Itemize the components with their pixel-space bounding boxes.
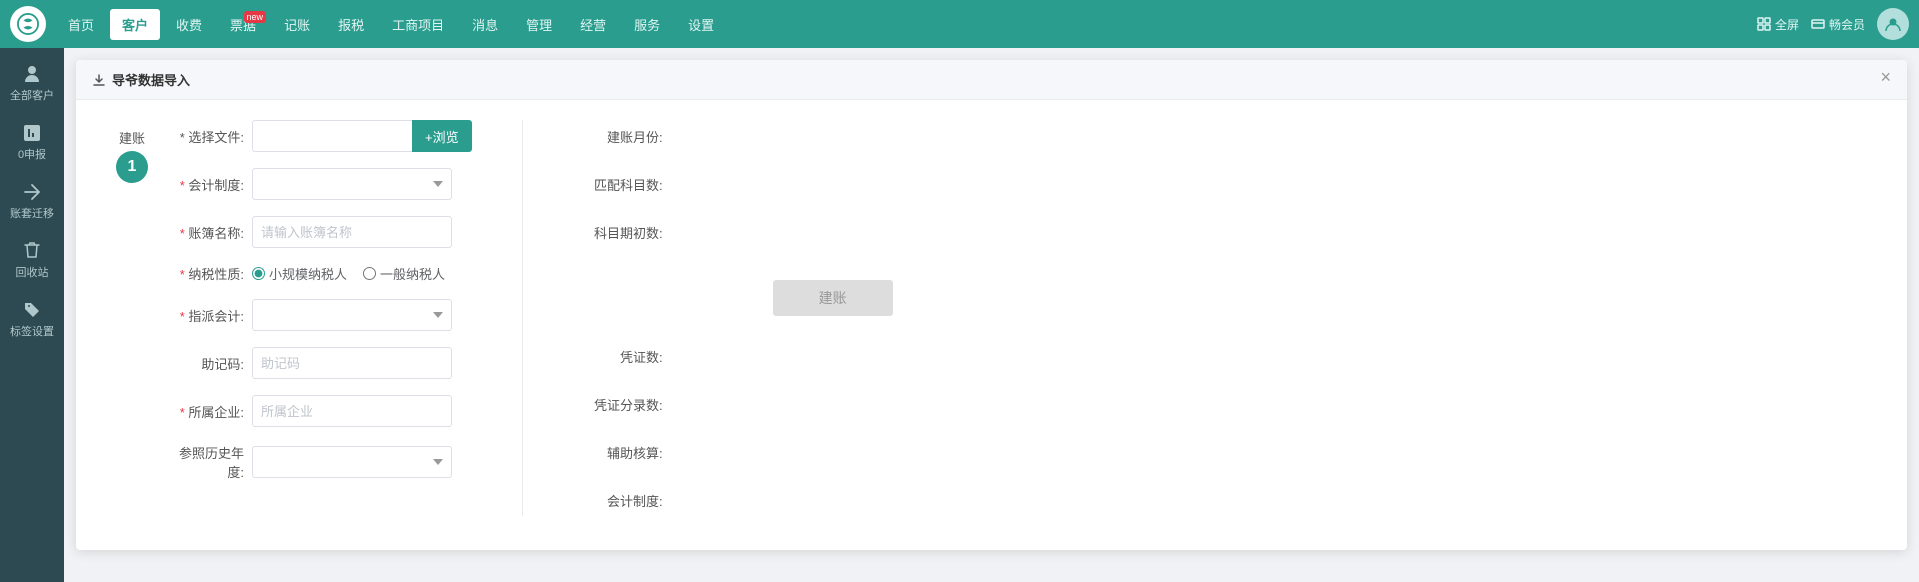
company-row: 所属企业: <box>164 395 472 427</box>
initial-subject-label: 科目期初数: <box>573 223 663 242</box>
build-account-button[interactable]: 建账 <box>773 280 893 316</box>
import-icon <box>92 73 106 87</box>
nav-message[interactable]: 消息 <box>460 9 510 40</box>
memo-code-row: 助记码: <box>164 347 472 379</box>
nav-logo[interactable] <box>10 6 46 42</box>
tax-type-row: 纳税性质: 小规模纳税人 一般纳税人 <box>164 264 472 283</box>
dialog-title: 导爷数据导入 <box>112 70 190 89</box>
history-year-select[interactable] <box>252 446 452 478</box>
form-section: * 选择文件: +浏览 会计制度: <box>164 120 472 481</box>
sidebar-item-all-customers[interactable]: 全部客户 <box>4 56 60 111</box>
file-row: * 选择文件: +浏览 <box>164 120 472 152</box>
tax-radio-small[interactable] <box>252 267 265 280</box>
match-subject-label: 匹配科目数: <box>573 175 663 194</box>
memo-code-label: 助记码: <box>164 354 244 373</box>
voucher-count-label: 凭证数: <box>573 347 663 366</box>
tax-radio-general[interactable] <box>363 267 376 280</box>
right-accounting-system-label: 会计制度: <box>573 491 663 510</box>
company-input[interactable] <box>252 395 452 427</box>
nav-manage[interactable]: 管理 <box>514 9 564 40</box>
step-circle: 1 <box>116 151 148 183</box>
layout: 全部客户 0申报 账套迁移 回收站 标签设置 导爷数据导入 <box>0 48 1919 582</box>
sidebar-item-migrate[interactable]: 账套迁移 <box>4 174 60 229</box>
nav-items: 首页 客户 收费 票据 new 记账 报税 工商项目 消息 管理 经营 服务 设… <box>56 9 1757 40</box>
main-content: 导爷数据导入 × 建账 1 * 选择文件: <box>64 48 1919 582</box>
memo-code-input[interactable] <box>252 347 452 379</box>
sidebar-item-tag[interactable]: 标签设置 <box>4 292 60 347</box>
tax-type-label: 纳税性质: <box>164 264 244 283</box>
step-label: 建账 1 <box>116 120 148 183</box>
aux-accounting-row: 辅助核算: <box>573 436 893 468</box>
fullscreen-label: 全屏 <box>1775 16 1799 33</box>
history-year-label: 参照历史年度: <box>164 443 244 481</box>
sidebar-item-recycle[interactable]: 回收站 <box>4 233 60 288</box>
browse-button[interactable]: +浏览 <box>412 120 472 152</box>
nav-customer[interactable]: 客户 <box>110 9 160 40</box>
nav-invoice[interactable]: 票据 new <box>218 9 268 40</box>
accounting-system-row: 会计制度: <box>164 168 472 200</box>
nav-bookkeeping[interactable]: 记账 <box>272 9 322 40</box>
tax-type-radio-group: 小规模纳税人 一般纳税人 <box>252 264 445 283</box>
tax-option-general[interactable]: 一般纳税人 <box>363 264 445 283</box>
step-text: 建账 <box>119 128 145 147</box>
nav-home[interactable]: 首页 <box>56 9 106 40</box>
user-avatar[interactable] <box>1877 8 1909 40</box>
close-button[interactable]: × <box>1880 68 1891 86</box>
nav-business[interactable]: 经营 <box>568 9 618 40</box>
file-input[interactable] <box>252 120 412 152</box>
nav-settings[interactable]: 设置 <box>676 9 726 40</box>
voucher-count-row: 凭证数: <box>573 340 893 372</box>
nav-fee[interactable]: 收费 <box>164 9 214 40</box>
company-label: 所属企业: <box>164 402 244 421</box>
step-section: 建账 1 * 选择文件: +浏览 <box>116 120 472 516</box>
sidebar: 全部客户 0申报 账套迁移 回收站 标签设置 <box>0 48 64 582</box>
right-section: 建账月份: 匹配科目数: 科目期初数: 建账 凭证 <box>573 120 893 516</box>
ledger-name-input[interactable] <box>252 216 452 248</box>
initial-subject-row: 科目期初数: <box>573 216 893 248</box>
top-nav: 首页 客户 收费 票据 new 记账 报税 工商项目 消息 管理 经营 服务 设… <box>0 0 1919 48</box>
match-subject-row: 匹配科目数: <box>573 168 893 200</box>
ledger-name-label: 账簿名称: <box>164 223 244 242</box>
sidebar-item-zero-report[interactable]: 0申报 <box>4 115 60 170</box>
right-accounting-system-row: 会计制度: <box>573 484 893 516</box>
dialog: 导爷数据导入 × 建账 1 * 选择文件: <box>76 60 1907 550</box>
build-month-label: 建账月份: <box>573 127 663 146</box>
member-label: 畅会员 <box>1829 16 1865 33</box>
accountant-row: 指派会计: <box>164 299 472 331</box>
build-month-row: 建账月份: <box>573 120 893 152</box>
voucher-entries-row: 凭证分录数: <box>573 388 893 420</box>
history-year-row: 参照历史年度: <box>164 443 472 481</box>
nav-tax[interactable]: 报税 <box>326 9 376 40</box>
fullscreen-button[interactable]: 全屏 <box>1757 16 1799 33</box>
vertical-divider <box>522 120 523 516</box>
nav-commerce[interactable]: 工商项目 <box>380 9 456 40</box>
accountant-label: 指派会计: <box>164 306 244 325</box>
dialog-header: 导爷数据导入 <box>76 60 1907 100</box>
accounting-system-select[interactable] <box>252 168 452 200</box>
dialog-body: 建账 1 * 选择文件: +浏览 <box>76 100 1907 536</box>
ledger-name-row: 账簿名称: <box>164 216 472 248</box>
tax-option-small[interactable]: 小规模纳税人 <box>252 264 347 283</box>
nav-service[interactable]: 服务 <box>622 9 672 40</box>
member-button[interactable]: 畅会员 <box>1811 16 1865 33</box>
nav-right: 全屏 畅会员 <box>1757 8 1909 40</box>
voucher-entries-label: 凭证分录数: <box>573 395 663 414</box>
aux-accounting-label: 辅助核算: <box>573 443 663 462</box>
accountant-select[interactable] <box>252 299 452 331</box>
file-input-wrap: +浏览 <box>252 120 472 152</box>
accounting-system-label: 会计制度: <box>164 175 244 194</box>
file-label: * 选择文件: <box>164 127 244 146</box>
new-badge: new <box>244 11 267 23</box>
